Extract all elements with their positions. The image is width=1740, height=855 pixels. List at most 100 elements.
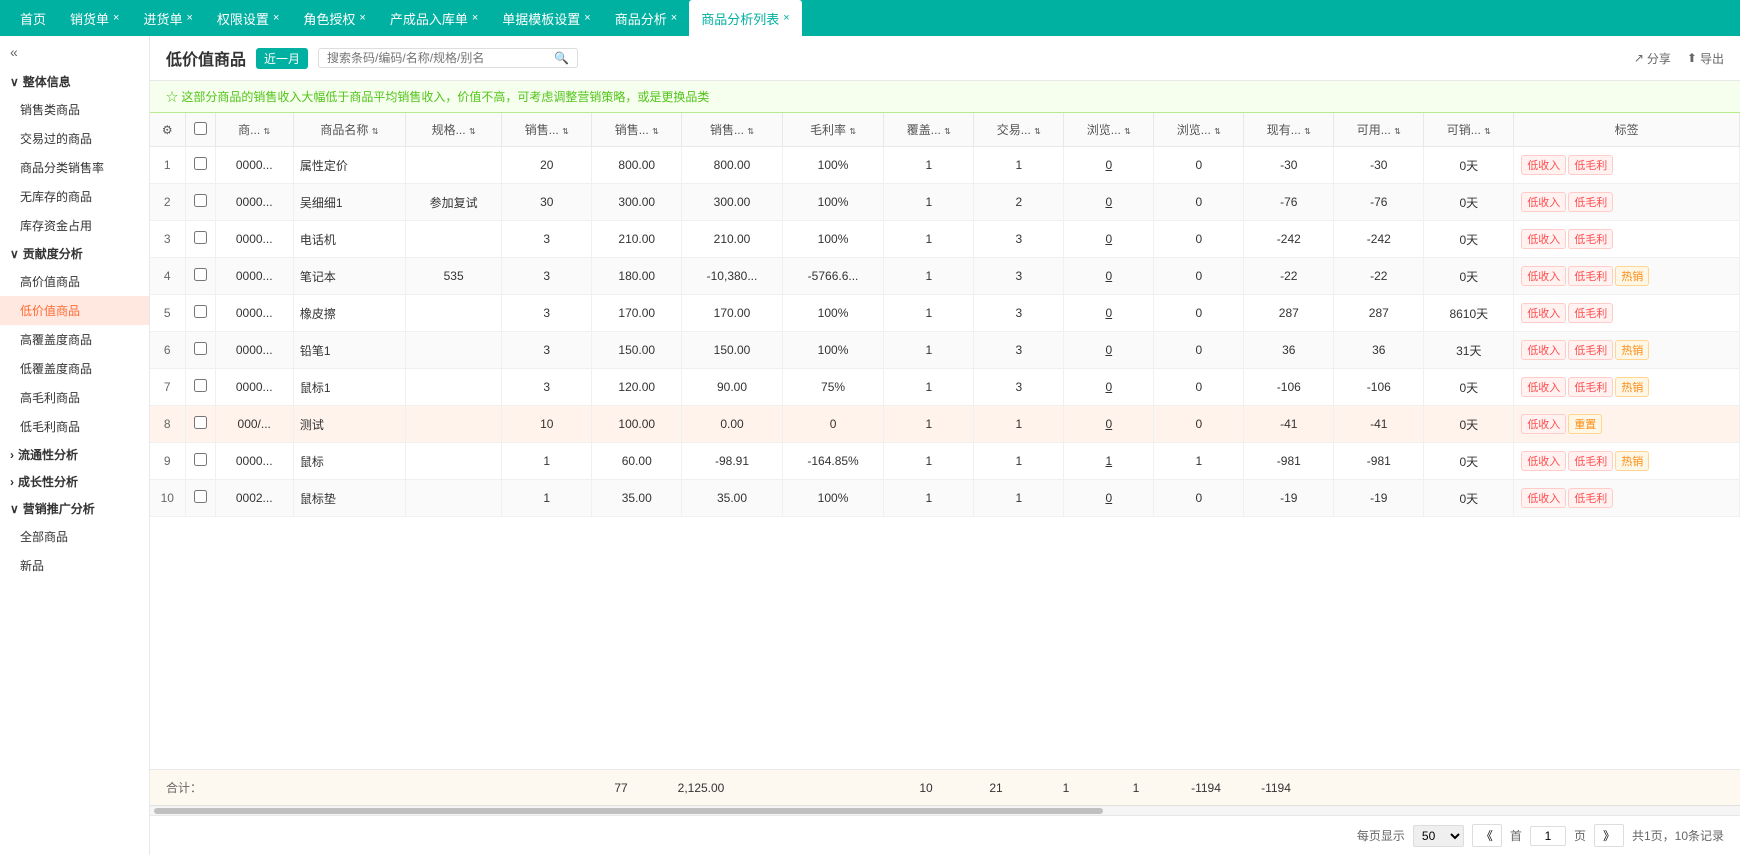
sidebar-item-category-rate[interactable]: 商品分类销售率 — [0, 153, 149, 182]
close-icon[interactable]: × — [584, 12, 590, 24]
sidebar-item-sales-goods[interactable]: 销售类商品 — [0, 95, 149, 124]
row-name: 铅笔1 — [293, 332, 405, 369]
tag: 低收入 — [1521, 488, 1566, 508]
close-icon[interactable]: × — [783, 12, 789, 24]
nav-item-purchase[interactable]: 进货单 × — [131, 0, 204, 36]
tag: 低收入 — [1521, 192, 1566, 212]
sidebar-group-header-overall[interactable]: ∨ 整体信息 — [0, 68, 149, 95]
row-select-checkbox[interactable] — [194, 231, 207, 244]
nav-item-template[interactable]: 单据模板设置 × — [490, 0, 602, 36]
sidebar-item-new-goods[interactable]: 新品 — [0, 551, 149, 580]
nav-item-sales[interactable]: 销货单 × — [58, 0, 131, 36]
row-saleable: 0天 — [1424, 221, 1514, 258]
col-browse1: 浏览... ⇅ — [1064, 113, 1154, 147]
row-browse1[interactable]: 0 — [1064, 480, 1154, 517]
sidebar-item-no-stock[interactable]: 无库存的商品 — [0, 182, 149, 211]
row-trade: 1 — [974, 480, 1064, 517]
close-icon[interactable]: × — [113, 12, 119, 24]
row-checkbox[interactable] — [185, 332, 215, 369]
row-checkbox[interactable] — [185, 443, 215, 480]
row-browse1[interactable]: 0 — [1064, 258, 1154, 295]
nav-item-permission[interactable]: 权限设置 × — [205, 0, 291, 36]
row-sale2: -10,380... — [682, 258, 783, 295]
row-browse1[interactable]: 0 — [1064, 406, 1154, 443]
sidebar-item-all-goods[interactable]: 全部商品 — [0, 522, 149, 551]
page-size-select[interactable]: 50 100 200 — [1413, 825, 1464, 847]
sidebar-item-traded-goods[interactable]: 交易过的商品 — [0, 124, 149, 153]
row-browse1[interactable]: 0 — [1064, 369, 1154, 406]
close-icon[interactable]: × — [273, 12, 279, 24]
row-browse1[interactable]: 0 — [1064, 295, 1154, 332]
sidebar-item-high-coverage[interactable]: 高覆盖度商品 — [0, 325, 149, 354]
search-input[interactable] — [327, 51, 554, 65]
row-checkbox[interactable] — [185, 369, 215, 406]
nav-item-inbound[interactable]: 产成品入库单 × — [378, 0, 490, 36]
row-tags: 低收入低毛利热销 — [1514, 369, 1740, 406]
row-code: 0000... — [215, 369, 293, 406]
last-page-btn[interactable]: 》 — [1594, 824, 1624, 847]
close-icon[interactable]: × — [359, 12, 365, 24]
row-gross-rate: 100% — [782, 221, 884, 258]
sidebar-item-low-value[interactable]: 低价值商品 — [0, 296, 149, 325]
sidebar-group-header-marketing[interactable]: ∨ 营销推广分析 — [0, 495, 149, 522]
row-tags: 低收入低毛利 — [1514, 295, 1740, 332]
date-filter-btn[interactable]: 近一月 — [256, 48, 308, 69]
first-page-btn[interactable]: 《 — [1472, 824, 1502, 847]
sidebar-collapse-btn[interactable]: « — [10, 44, 18, 60]
close-icon[interactable]: × — [671, 12, 677, 24]
nav-item-analysis-list[interactable]: 商品分析列表 × — [689, 0, 801, 36]
row-select-checkbox[interactable] — [194, 157, 207, 170]
row-select-checkbox[interactable] — [194, 305, 207, 318]
row-select-checkbox[interactable] — [194, 490, 207, 503]
row-sale1: 35.00 — [592, 480, 682, 517]
row-checkbox[interactable] — [185, 258, 215, 295]
sidebar-item-low-coverage[interactable]: 低覆盖度商品 — [0, 354, 149, 383]
row-select-checkbox[interactable] — [194, 416, 207, 429]
row-select-checkbox[interactable] — [194, 194, 207, 207]
sidebar-group-header-contribution[interactable]: ∨ 贡献度分析 — [0, 240, 149, 267]
sidebar-group-overall: ∨ 整体信息 销售类商品 交易过的商品 商品分类销售率 无库存的商品 库存资金占… — [0, 68, 149, 240]
close-icon[interactable]: × — [186, 12, 192, 24]
nav-item-role[interactable]: 角色授权 × — [291, 0, 377, 36]
row-select-checkbox[interactable] — [194, 453, 207, 466]
footer-label: 合计： — [166, 779, 286, 796]
row-select-checkbox[interactable] — [194, 342, 207, 355]
row-checkbox[interactable] — [185, 295, 215, 332]
close-icon[interactable]: × — [472, 12, 478, 24]
sidebar-group-header-liquidity[interactable]: › 流通性分析 — [0, 441, 149, 468]
nav-item-analysis[interactable]: 商品分析 × — [603, 0, 689, 36]
select-all-checkbox[interactable] — [194, 122, 207, 135]
row-checkbox[interactable] — [185, 480, 215, 517]
sidebar-item-high-value[interactable]: 高价值商品 — [0, 267, 149, 296]
search-icon[interactable]: 🔍 — [554, 51, 569, 65]
row-checkbox[interactable] — [185, 406, 215, 443]
col-settings[interactable]: ⚙ — [150, 113, 185, 147]
share-btn[interactable]: ↗ 分享 — [1634, 50, 1671, 67]
row-browse2: 1 — [1154, 443, 1244, 480]
row-browse1[interactable]: 1 — [1064, 443, 1154, 480]
col-trade: 交易... ⇅ — [974, 113, 1064, 147]
sidebar-item-high-margin[interactable]: 高毛利商品 — [0, 383, 149, 412]
row-checkbox[interactable] — [185, 184, 215, 221]
row-select-checkbox[interactable] — [194, 268, 207, 281]
col-checkbox[interactable] — [185, 113, 215, 147]
row-avail: -242 — [1334, 221, 1424, 258]
row-browse1[interactable]: 0 — [1064, 184, 1154, 221]
row-browse1[interactable]: 0 — [1064, 332, 1154, 369]
tag: 低收入 — [1521, 266, 1566, 286]
row-select-checkbox[interactable] — [194, 379, 207, 392]
page-number-input[interactable] — [1530, 826, 1566, 846]
row-browse1[interactable]: 0 — [1064, 221, 1154, 258]
sidebar-item-low-margin[interactable]: 低毛利商品 — [0, 412, 149, 441]
row-avail: -30 — [1334, 147, 1424, 184]
row-spec: 参加复试 — [405, 184, 501, 221]
nav-item-home[interactable]: 首页 — [8, 0, 58, 36]
row-checkbox[interactable] — [185, 221, 215, 258]
sidebar-item-stock-capital[interactable]: 库存资金占用 — [0, 211, 149, 240]
export-btn[interactable]: ⬆ 导出 — [1687, 50, 1724, 67]
sidebar-group-header-growth[interactable]: › 成长性分析 — [0, 468, 149, 495]
row-checkbox[interactable] — [185, 147, 215, 184]
sidebar-group-marketing: ∨ 营销推广分析 全部商品 新品 — [0, 495, 149, 580]
row-avail: -41 — [1334, 406, 1424, 443]
row-browse1[interactable]: 0 — [1064, 147, 1154, 184]
